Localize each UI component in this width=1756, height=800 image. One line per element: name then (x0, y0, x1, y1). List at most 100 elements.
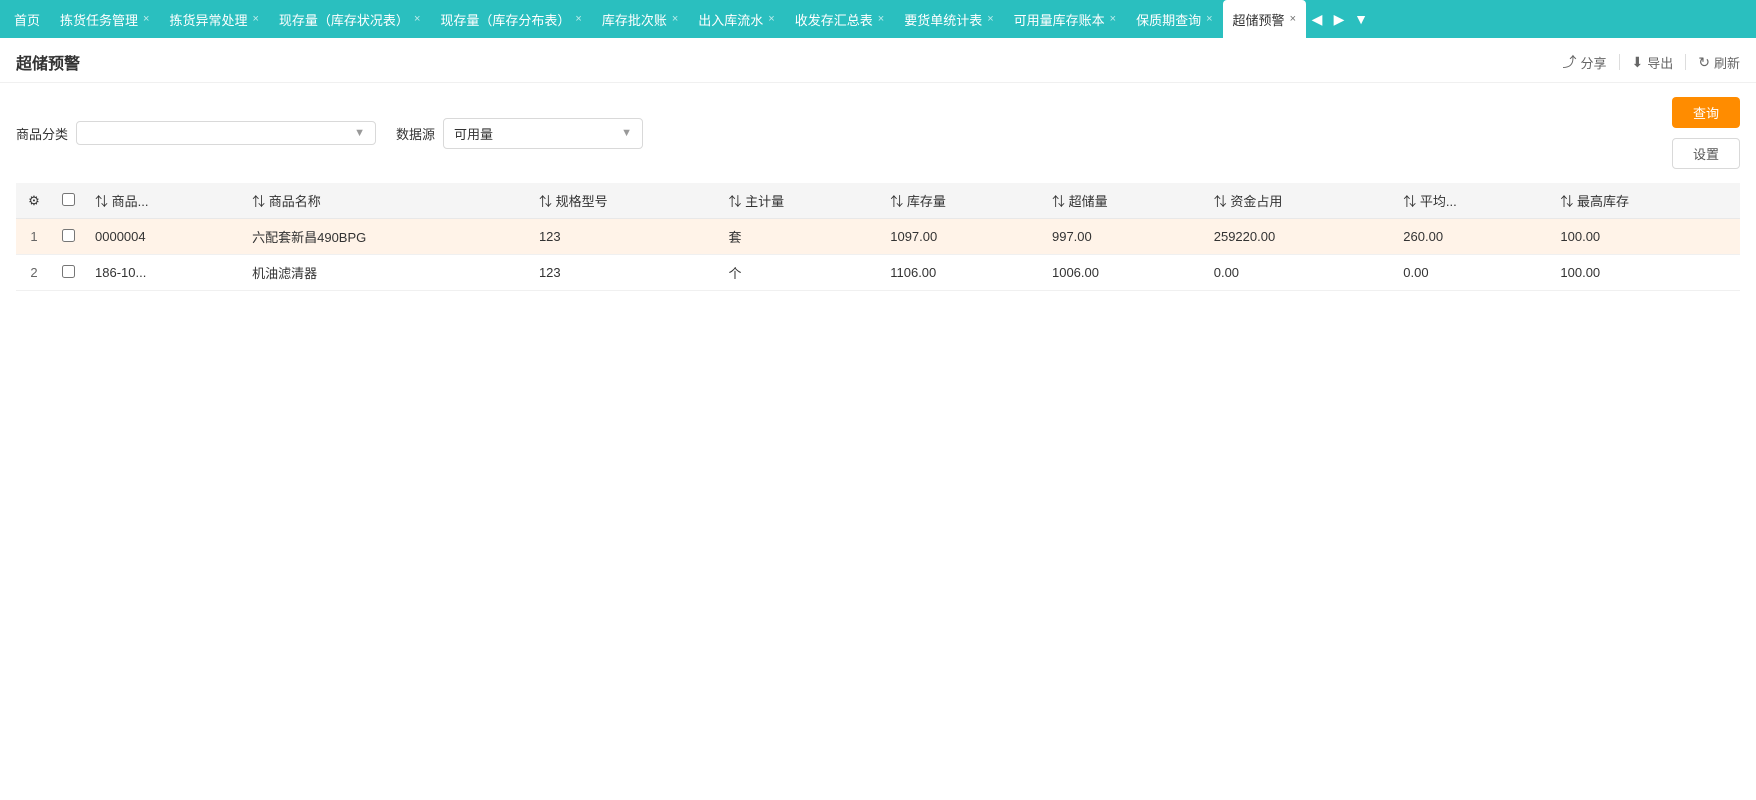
refresh-button[interactable]: ↻ 刷新 (1698, 53, 1740, 72)
col-product-code-header[interactable]: ⇅ 商品... (85, 183, 242, 219)
col-stock-qty-header[interactable]: ⇅ 库存量 (880, 183, 1042, 219)
export-button[interactable]: ⬇ 导出 (1632, 53, 1674, 72)
row-checkbox-cell (52, 255, 85, 291)
close-overstock[interactable]: × (1290, 13, 1296, 25)
data-source-value: 可用量 (454, 124, 621, 143)
close-exception[interactable]: × (252, 13, 258, 25)
nav-exception-label: 拣货异常处理 (169, 10, 247, 29)
nav-order-stat-label: 要货单统计表 (904, 10, 982, 29)
nav-overstock[interactable]: 超储预警 × (1223, 0, 1306, 38)
nav-prev-btn[interactable]: ◀ (1306, 0, 1328, 38)
page-header: 超储预警 ⤴ 分享 ⬇ 导出 ↻ 刷新 (0, 38, 1756, 83)
row-max-stock: 100.00 (1550, 219, 1740, 255)
row-product-name: 机油滤清器 (242, 255, 529, 291)
select-all-checkbox[interactable] (62, 193, 75, 206)
row-spec: 123 (529, 255, 719, 291)
close-stock-dist[interactable]: × (575, 13, 581, 25)
row-checkbox-cell (52, 219, 85, 255)
divider-2 (1685, 54, 1686, 70)
row-checkbox[interactable] (62, 265, 75, 278)
row-seq: 2 (16, 255, 52, 291)
row-checkbox[interactable] (62, 229, 75, 242)
table-row: 1 0000004 六配套新昌490BPG 123 套 1097.00 997.… (16, 219, 1740, 255)
row-overstock-qty: 997.00 (1042, 219, 1204, 255)
row-unit: 个 (718, 255, 880, 291)
close-task-mgmt[interactable]: × (143, 13, 149, 25)
nav-stock-dist[interactable]: 现存量（库存分布表） × (430, 0, 591, 38)
data-source-arrow-icon: ▼ (621, 127, 632, 139)
row-product-code: 186-10... (85, 255, 242, 291)
share-button[interactable]: ⤴ 分享 (1562, 52, 1606, 72)
close-flow[interactable]: × (768, 13, 774, 25)
row-max-stock: 100.00 (1550, 255, 1740, 291)
nav-summary[interactable]: 收发存汇总表 × (785, 0, 894, 38)
query-button[interactable]: 查询 (1672, 97, 1740, 128)
data-source-select[interactable]: 可用量 ▼ (443, 118, 643, 149)
divider-1 (1619, 54, 1620, 70)
table-header-row: ⚙ ⇅ 商品... ⇅ 商品名称 ⇅ 规格型号 (16, 183, 1740, 219)
nav-stock-status[interactable]: 现存量（库存状况表） × (269, 0, 430, 38)
page-title: 超储预警 (16, 50, 80, 74)
close-stock-status[interactable]: × (414, 13, 420, 25)
close-summary[interactable]: × (878, 13, 884, 25)
row-capital: 259220.00 (1204, 219, 1394, 255)
nav-home-label: 首页 (14, 10, 40, 29)
col-avg-header[interactable]: ⇅ 平均... (1393, 183, 1550, 219)
close-quality[interactable]: × (1206, 13, 1212, 25)
row-spec: 123 (529, 219, 719, 255)
nav-quality[interactable]: 保质期查询 × (1126, 0, 1222, 38)
nav-flow-label: 出入库流水 (698, 10, 763, 29)
nav-available-label: 可用量库存账本 (1014, 10, 1105, 29)
nav-exception[interactable]: 拣货异常处理 × (159, 0, 268, 38)
close-order-stat[interactable]: × (987, 13, 993, 25)
col-overstock-qty-header[interactable]: ⇅ 超储量 (1042, 183, 1204, 219)
nav-stock-status-label: 现存量（库存状况表） (279, 10, 409, 29)
col-checkbox-header (52, 183, 85, 219)
nav-overstock-label: 超储预警 (1233, 10, 1285, 29)
nav-quality-label: 保质期查询 (1136, 10, 1201, 29)
refresh-icon: ↻ (1698, 54, 1710, 71)
nav-stock-dist-label: 现存量（库存分布表） (440, 10, 570, 29)
nav-flow[interactable]: 出入库流水 × (688, 0, 784, 38)
export-icon: ⬇ (1632, 54, 1644, 71)
filter-buttons: 查询 设置 (1672, 97, 1740, 169)
col-spec-header[interactable]: ⇅ 规格型号 (529, 183, 719, 219)
topbar: 首页 拣货任务管理 × 拣货异常处理 × 现存量（库存状况表） × 现存量（库存… (0, 0, 1756, 38)
row-avg: 0.00 (1393, 255, 1550, 291)
row-stock-qty: 1106.00 (880, 255, 1042, 291)
close-available[interactable]: × (1110, 13, 1116, 25)
close-batch[interactable]: × (672, 13, 678, 25)
refresh-label: 刷新 (1714, 53, 1740, 72)
share-icon: ⤴ (1562, 52, 1576, 72)
col-max-stock-header[interactable]: ⇅ 最高库存 (1550, 183, 1740, 219)
nav-task-mgmt[interactable]: 拣货任务管理 × (50, 0, 159, 38)
product-category-arrow-icon: ▼ (354, 127, 365, 139)
settings-button[interactable]: 设置 (1672, 138, 1740, 169)
col-unit-header[interactable]: ⇅ 主计量 (718, 183, 880, 219)
nav-batch-label: 库存批次账 (602, 10, 667, 29)
filter-data-source: 数据源 可用量 ▼ (396, 118, 643, 149)
row-unit: 套 (718, 219, 880, 255)
nav-next-btn[interactable]: ▶ (1328, 0, 1350, 38)
filter-area: 商品分类 ▼ 数据源 可用量 ▼ 查询 设置 (0, 83, 1756, 183)
data-source-label: 数据源 (396, 124, 435, 143)
row-overstock-qty: 1006.00 (1042, 255, 1204, 291)
nav-more-btn[interactable]: ▼ (1350, 0, 1372, 38)
nav-available[interactable]: 可用量库存账本 × (1004, 0, 1126, 38)
header-actions: ⤴ 分享 ⬇ 导出 ↻ 刷新 (1562, 52, 1740, 72)
gear-icon[interactable]: ⚙ (28, 193, 40, 208)
nav-home[interactable]: 首页 (4, 0, 50, 38)
product-category-label: 商品分类 (16, 124, 68, 143)
nav-order-stat[interactable]: 要货单统计表 × (894, 0, 1003, 38)
table-wrap: ⚙ ⇅ 商品... ⇅ 商品名称 ⇅ 规格型号 (0, 183, 1756, 291)
row-product-code: 0000004 (85, 219, 242, 255)
product-category-select[interactable]: ▼ (76, 121, 376, 145)
nav-summary-label: 收发存汇总表 (795, 10, 873, 29)
nav-batch[interactable]: 库存批次账 × (592, 0, 688, 38)
col-product-name-header[interactable]: ⇅ 商品名称 (242, 183, 529, 219)
row-avg: 260.00 (1393, 219, 1550, 255)
col-capital-header[interactable]: ⇅ 资金占用 (1204, 183, 1394, 219)
row-capital: 0.00 (1204, 255, 1394, 291)
col-gear: ⚙ (16, 183, 52, 219)
page-area: 超储预警 ⤴ 分享 ⬇ 导出 ↻ 刷新 商品分类 ▼ (0, 38, 1756, 800)
